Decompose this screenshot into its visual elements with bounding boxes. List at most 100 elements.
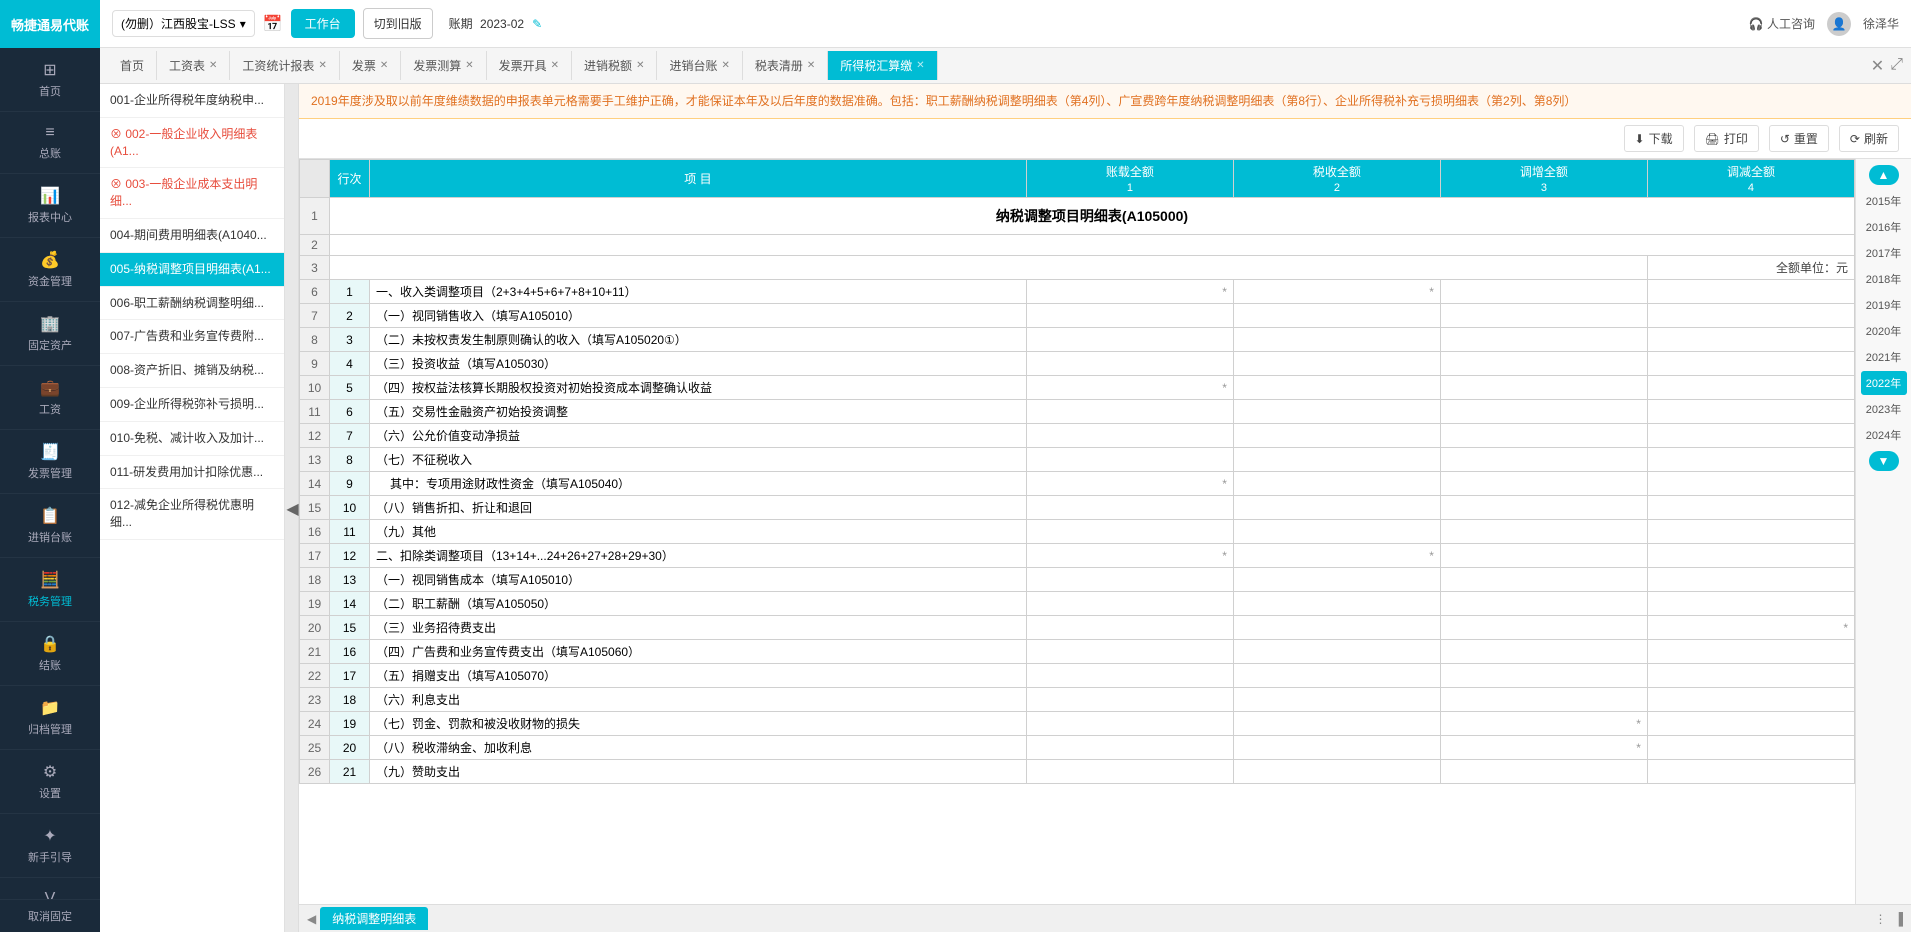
company-selector[interactable]: (勿删）江西股宝-LSS ▾ — [112, 10, 255, 37]
sidebar-item-archive[interactable]: 📁 归档管理 — [0, 686, 100, 750]
sidebar-item-label: 设置 — [39, 785, 61, 801]
year-2016[interactable]: 2016年 — [1861, 215, 1907, 239]
more-icon[interactable]: ⋮ — [1874, 912, 1886, 926]
table-row[interactable]: 9 4 （三）投资收益（填写A105030） — [300, 352, 1855, 376]
sidebar-item-report[interactable]: 📊 报表中心 — [0, 174, 100, 238]
year-2022[interactable]: 2022年 — [1861, 371, 1907, 395]
left-panel-item-006[interactable]: 006-职工薪酬纳税调整明细... — [100, 287, 284, 321]
table-row[interactable]: 23 18 （六）利息支出 — [300, 688, 1855, 712]
table-row[interactable]: 11 6 （五）交易性金融资产初始投资调整 — [300, 400, 1855, 424]
sidebar-item-guide[interactable]: ✦ 新手引导 — [0, 814, 100, 878]
table-row[interactable]: 15 10 （八）销售折扣、折让和退回 — [300, 496, 1855, 520]
sidebar-item-settings[interactable]: ⚙ 设置 — [0, 750, 100, 814]
year-2024[interactable]: 2024年 — [1861, 423, 1907, 447]
notify-bar: 2019年度涉及取以前年度维绩数据的申报表单元格需要手工维护正确，才能保证本年及… — [299, 84, 1911, 119]
sidebar-item-asset[interactable]: 💰 资金管理 — [0, 238, 100, 302]
table-row[interactable]: 10 5 （四）按权益法核算长期股权投资对初始投资成本调整确认收益 * — [300, 376, 1855, 400]
refresh-button[interactable]: ⟳ 刷新 — [1839, 125, 1899, 152]
left-panel-item-005[interactable]: 005-纳税调整项目明细表(A1... — [100, 253, 284, 287]
table-row[interactable]: 6 1 一、收入类调整项目（2+3+4+5+6+7+8+10+11） * * — [300, 280, 1855, 304]
sidebar-item-closing[interactable]: 🔒 结账 — [0, 622, 100, 686]
sidebar-item-fixed[interactable]: 🏢 固定资产 — [0, 302, 100, 366]
table-row[interactable]: 12 7 （六）公允价值变动净损益 — [300, 424, 1855, 448]
tab-income-tax[interactable]: 所得税汇算缴✕ — [828, 51, 937, 80]
table-row[interactable]: 20 15 （三）业务招待费支出 * — [300, 616, 1855, 640]
tab-close-icon[interactable]: ✕ — [318, 60, 326, 71]
table-row[interactable]: 16 11 （九）其他 — [300, 520, 1855, 544]
table-scroll[interactable]: 行次 项 目 账载全额1 税收全额2 调增全额3 调减全额4 1 — [299, 159, 1855, 904]
table-row[interactable]: 24 19 （七）罚金、罚款和被没收财物的损失 * — [300, 712, 1855, 736]
table-row[interactable]: 14 9 其中：专项用途财政性资金（填写A105040） * — [300, 472, 1855, 496]
table-row[interactable]: 26 21 （九）赞助支出 — [300, 760, 1855, 784]
year-2018[interactable]: 2018年 — [1861, 267, 1907, 291]
year-2019[interactable]: 2019年 — [1861, 293, 1907, 317]
left-panel-item-001[interactable]: 001-企业所得税年度纳税申... — [100, 84, 284, 118]
left-panel-item-009[interactable]: 009-企业所得税弥补亏损明... — [100, 388, 284, 422]
left-panel-item-003[interactable]: ⊗ 003-一般企业成本支出明细... — [100, 168, 284, 219]
tab-invoice-calc[interactable]: 发票测算✕ — [401, 51, 486, 80]
bottom-bar-right: ⋮ ▐ — [1874, 912, 1903, 926]
year-2021[interactable]: 2021年 — [1861, 345, 1907, 369]
tab-close-icon[interactable]: ✕ — [209, 60, 217, 71]
tab-close-icon[interactable]: ✕ — [465, 60, 473, 71]
table-row[interactable]: 8 3 （二）未按权责发生制原则确认的收入（填写A105020①） — [300, 328, 1855, 352]
expand-icon[interactable]: ⤢ — [1890, 56, 1903, 76]
tab-close-icon[interactable]: ✕ — [807, 60, 815, 71]
support-link[interactable]: 🎧 人工咨询 — [1749, 15, 1815, 32]
user-name[interactable]: 徐泽华 — [1863, 15, 1899, 32]
tab-home[interactable]: 首页 — [108, 51, 157, 80]
sidebar-item-tax[interactable]: 🧮 税务管理 — [0, 558, 100, 622]
left-panel-item-010[interactable]: 010-免税、减计收入及加计... — [100, 422, 284, 456]
tab-invoice[interactable]: 发票✕ — [340, 51, 401, 80]
col-c1-header: 账载全额1 — [1026, 160, 1233, 198]
sidebar-item-ledger[interactable]: ≡ 总账 — [0, 112, 100, 174]
table-row[interactable]: 21 16 （四）广告费和业务宣传费支出（填写A105060） — [300, 640, 1855, 664]
table-row[interactable]: 17 12 二、扣除类调整项目（13+14+...24+26+27+28+29+… — [300, 544, 1855, 568]
reset-button[interactable]: ↺ 重置 — [1769, 125, 1829, 152]
tab-close-icon[interactable]: ✕ — [916, 60, 924, 71]
year-2017[interactable]: 2017年 — [1861, 241, 1907, 265]
sidebar-item-member[interactable]: V 畅会员 — [0, 878, 100, 899]
year-down-arrow[interactable]: ▼ — [1869, 451, 1899, 471]
oldver-button[interactable]: 切到旧版 — [363, 8, 433, 39]
scroll-left-icon[interactable]: ◀ — [307, 912, 316, 926]
tab-invoice-open[interactable]: 发票开具✕ — [487, 51, 572, 80]
sidebar-item-purchase[interactable]: 📋 进销台账 — [0, 494, 100, 558]
year-up-arrow[interactable]: ▲ — [1869, 165, 1899, 185]
year-2020[interactable]: 2020年 — [1861, 319, 1907, 343]
sidebar-item-salary[interactable]: 💼 工资 — [0, 366, 100, 430]
minimize-icon[interactable]: ✕ — [1871, 56, 1884, 76]
sidebar-item-invoice[interactable]: 🧾 发票管理 — [0, 430, 100, 494]
workbench-button[interactable]: 工作台 — [291, 9, 355, 38]
table-row[interactable]: 13 8 （七）不征税收入 — [300, 448, 1855, 472]
year-2015[interactable]: 2015年 — [1861, 189, 1907, 213]
table-row[interactable]: 25 20 （八）税收滞纳金、加收利息 * — [300, 736, 1855, 760]
download-button[interactable]: ⬇ 下载 — [1624, 125, 1684, 152]
sidebar-item-home[interactable]: ⊞ 首页 — [0, 48, 100, 112]
bottom-tab-shuize[interactable]: 纳税调整明细表 — [320, 907, 428, 930]
tab-tax-clear[interactable]: 税表清册✕ — [743, 51, 828, 80]
table-row[interactable]: 7 2 （一）视同销售收入（填写A105010） — [300, 304, 1855, 328]
tab-close-icon[interactable]: ✕ — [636, 60, 644, 71]
tab-close-icon[interactable]: ✕ — [551, 60, 559, 71]
left-panel-item-008[interactable]: 008-资产折旧、摊销及纳税... — [100, 354, 284, 388]
left-panel-item-002[interactable]: ⊗ 002-一般企业收入明细表(A1... — [100, 118, 284, 169]
year-2023[interactable]: 2023年 — [1861, 397, 1907, 421]
tab-close-icon[interactable]: ✕ — [721, 60, 729, 71]
tab-close-icon[interactable]: ✕ — [380, 60, 388, 71]
table-row[interactable]: 19 14 （二）职工薪酬（填写A105050） — [300, 592, 1855, 616]
left-panel-item-004[interactable]: 004-期间费用明细表(A1040... — [100, 219, 284, 253]
panel-toggle[interactable]: ◀ — [285, 84, 299, 932]
table-row[interactable]: 18 13 （一）视同销售成本（填写A105010） — [300, 568, 1855, 592]
left-panel-item-012[interactable]: 012-减免企业所得税优惠明细... — [100, 489, 284, 540]
left-panel-item-011[interactable]: 011-研发费用加计扣除优惠... — [100, 456, 284, 490]
tab-salary[interactable]: 工资表✕ — [157, 51, 230, 80]
left-panel-item-007[interactable]: 007-广告费和业务宣传费附... — [100, 320, 284, 354]
print-button[interactable]: 🖨 打印 — [1694, 125, 1759, 152]
pin-toggle[interactable]: 取消固定 — [0, 899, 100, 932]
tab-purchase-ledger[interactable]: 进销台账✕ — [657, 51, 742, 80]
table-row[interactable]: 22 17 （五）捐赠支出（填写A105070） — [300, 664, 1855, 688]
edit-period-icon[interactable]: ✎ — [532, 17, 542, 31]
tab-salary-stat[interactable]: 工资统计报表✕ — [230, 51, 339, 80]
tab-purchase-tax[interactable]: 进销税额✕ — [572, 51, 657, 80]
